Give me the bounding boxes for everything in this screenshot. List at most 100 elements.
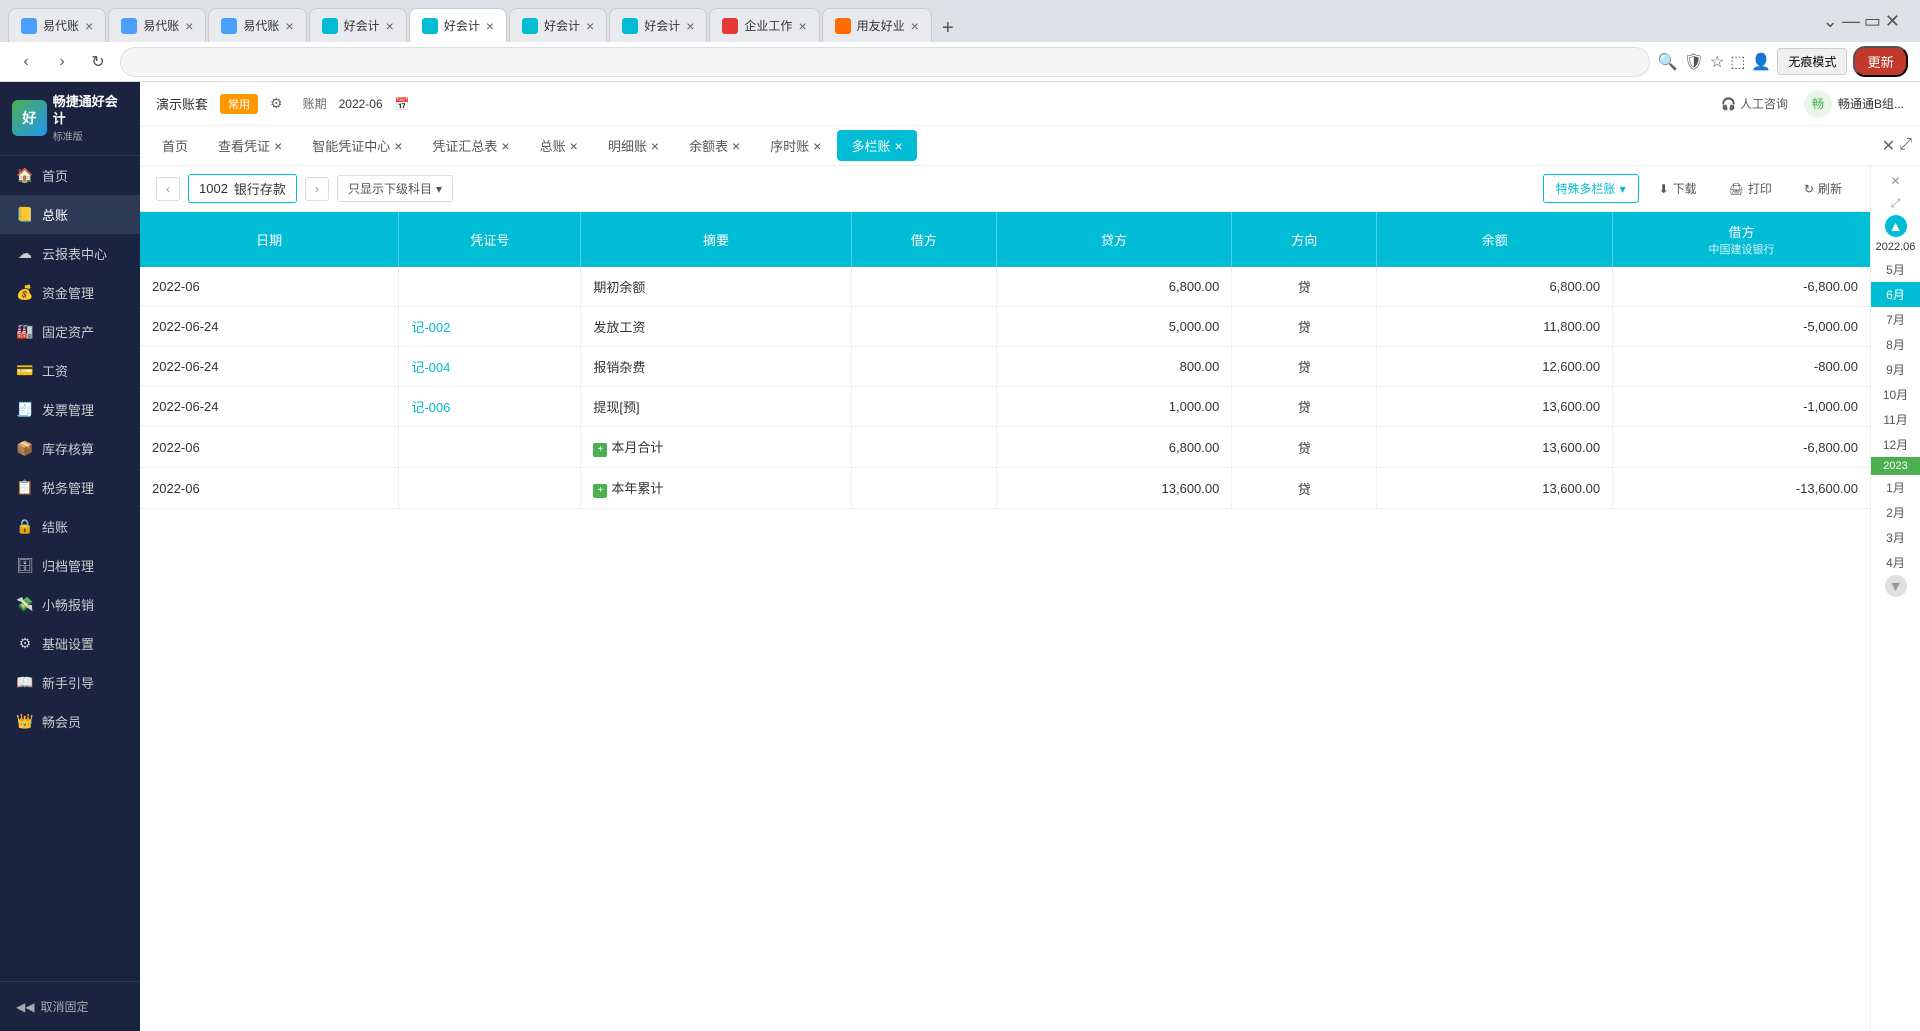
expand-tab-icon[interactable]: ⤢ [1899, 136, 1912, 156]
user-avatar[interactable]: 畅 畅通通B组... [1804, 90, 1904, 118]
sidebar-item-member[interactable]: 👑 畅会员 [0, 702, 140, 741]
close-button[interactable]: ✕ [1885, 11, 1900, 32]
page-tab-home[interactable]: 首页 [148, 130, 202, 161]
tab-close-multicolumn[interactable]: × [894, 138, 902, 154]
cell-voucher[interactable]: 记-006 [399, 387, 581, 427]
tab-close-5[interactable]: × [586, 18, 594, 34]
tab-close-2[interactable]: × [285, 18, 293, 34]
month-2023-4[interactable]: 4月 [1871, 550, 1920, 575]
cell-voucher[interactable]: 记-004 [399, 347, 581, 387]
page-tab-balance[interactable]: 余额表 × [675, 130, 754, 161]
tab-close-smart[interactable]: × [394, 138, 402, 154]
sidebar-item-funds[interactable]: 💰 资金管理 [0, 273, 140, 312]
download-button[interactable]: ⬇ 下载 [1647, 175, 1709, 202]
account-selector[interactable]: 1002 银行存款 [188, 174, 297, 203]
calendar-icon[interactable]: 📅 [395, 97, 410, 111]
star-icon[interactable]: ☆ [1710, 52, 1724, 72]
consult-button[interactable]: 🎧 人工咨询 [1721, 95, 1788, 112]
cell-voucher[interactable] [399, 267, 581, 307]
tab-close-7[interactable]: × [798, 18, 806, 34]
tab-list-button[interactable]: ⌄ [1823, 11, 1838, 32]
tab-close-voucher[interactable]: × [274, 138, 282, 154]
sidebar-item-assets[interactable]: 🏭 固定资产 [0, 312, 140, 351]
tab-2[interactable]: 易代账 × [208, 8, 306, 42]
right-panel-close-button[interactable]: ✕ [1886, 170, 1904, 192]
sidebar-item-settings[interactable]: ⚙ 基础设置 [0, 624, 140, 663]
tab-1[interactable]: 易代账 × [108, 8, 206, 42]
close-tab-icon[interactable]: ✕ [1882, 136, 1895, 156]
next-account-button[interactable]: › [305, 177, 329, 201]
page-tab-general[interactable]: 总账 × [526, 130, 592, 161]
tab-close-1[interactable]: × [185, 18, 193, 34]
special-multicolumn-button[interactable]: 特殊多栏账 ▾ [1543, 174, 1639, 203]
tab-close-summary[interactable]: × [501, 138, 509, 154]
month-7[interactable]: 7月 [1871, 307, 1920, 332]
tab-close-0[interactable]: × [85, 18, 93, 34]
page-tab-summary[interactable]: 凭证汇总表 × [418, 130, 523, 161]
page-tab-voucher[interactable]: 查看凭证 × [204, 130, 296, 161]
minimize-button[interactable]: — [1842, 11, 1860, 32]
tab-3[interactable]: 好会计 × [309, 8, 407, 42]
tab-close-6[interactable]: × [686, 18, 694, 34]
forward-button[interactable]: › [48, 48, 76, 76]
month-2023-1[interactable]: 1月 [1871, 475, 1920, 500]
month-8[interactable]: 8月 [1871, 332, 1920, 357]
tab-close-balance[interactable]: × [732, 138, 740, 154]
new-tab-button[interactable]: + [934, 14, 962, 42]
tab-7[interactable]: 企业工作 × [709, 8, 819, 42]
cell-voucher[interactable] [399, 427, 581, 468]
tab-close-4[interactable]: × [486, 18, 494, 34]
tab-6[interactable]: 好会计 × [609, 8, 707, 42]
sidebar-item-expense[interactable]: 💸 小畅报销 [0, 585, 140, 624]
page-tab-sequence[interactable]: 序时账 × [756, 130, 835, 161]
settings-gear-icon[interactable]: ⚙ [270, 95, 283, 112]
sidebar-item-invoice[interactable]: 🧾 发票管理 [0, 390, 140, 429]
sidebar-item-inventory[interactable]: 📦 库存核算 [0, 429, 140, 468]
page-tab-smart-voucher[interactable]: 智能凭证中心 × [298, 130, 416, 161]
month-5[interactable]: 5月 [1871, 257, 1920, 282]
month-nav-down[interactable]: ▼ [1885, 575, 1907, 597]
demo-badge[interactable]: 常用 [220, 94, 258, 114]
back-button[interactable]: ‹ [12, 48, 40, 76]
reload-button[interactable]: ↻ [84, 48, 112, 76]
month-10[interactable]: 10月 [1871, 382, 1920, 407]
month-11[interactable]: 11月 [1871, 407, 1920, 432]
tab-close-3[interactable]: × [386, 18, 394, 34]
maximize-button[interactable]: ▭ [1864, 11, 1881, 32]
sidebar-item-home[interactable]: 🏠 首页 [0, 156, 140, 195]
cell-voucher[interactable] [399, 468, 581, 509]
tab-close-detail[interactable]: × [651, 138, 659, 154]
month-nav-up[interactable]: ▲ [1885, 215, 1907, 237]
extension-icon[interactable]: ⬚ [1730, 52, 1745, 72]
month-6[interactable]: 6月 [1871, 282, 1920, 307]
tab-8[interactable]: 用友好业 × [822, 8, 932, 42]
sidebar-item-tax[interactable]: 📋 税务管理 [0, 468, 140, 507]
tab-5[interactable]: 好会计 × [509, 8, 607, 42]
tab-0[interactable]: 易代账 × [8, 8, 106, 42]
month-2023-3[interactable]: 3月 [1871, 525, 1920, 550]
right-panel-expand-button[interactable]: ⤢ [1887, 192, 1905, 215]
cell-voucher[interactable]: 记-002 [399, 307, 581, 347]
shield-icon[interactable]: 🛡 [1684, 52, 1704, 72]
sidebar-item-guide[interactable]: 📖 新手引导 [0, 663, 140, 702]
month-9[interactable]: 9月 [1871, 357, 1920, 382]
prev-account-button[interactable]: ‹ [156, 177, 180, 201]
print-button[interactable]: 🖨 打印 [1717, 175, 1784, 202]
tab-close-general[interactable]: × [570, 138, 578, 154]
unpin-button[interactable]: ◀◀ 取消固定 [10, 992, 130, 1021]
search-icon[interactable]: 🔍 [1658, 52, 1678, 72]
voucher-link[interactable]: 记-006 [411, 400, 450, 415]
voucher-link[interactable]: 记-004 [411, 360, 450, 375]
tab-4[interactable]: 好会计 × [409, 8, 507, 42]
tab-close-8[interactable]: × [911, 18, 919, 34]
sidebar-item-salary[interactable]: 💳 工资 [0, 351, 140, 390]
sidebar-item-cloud-report[interactable]: ☁ 云报表中心 [0, 234, 140, 273]
filter-subcategory-button[interactable]: 只显示下级科目 ▾ [337, 175, 453, 202]
month-12[interactable]: 12月 [1871, 432, 1920, 457]
page-tab-multicolumn[interactable]: 多栏账 × [837, 130, 916, 161]
profile-icon[interactable]: 👤 [1751, 52, 1771, 72]
update-button[interactable]: 更新 [1853, 46, 1908, 77]
month-2023-2[interactable]: 2月 [1871, 500, 1920, 525]
tab-close-sequence[interactable]: × [813, 138, 821, 154]
sidebar-item-ledger[interactable]: 📒 总账 [0, 195, 140, 234]
